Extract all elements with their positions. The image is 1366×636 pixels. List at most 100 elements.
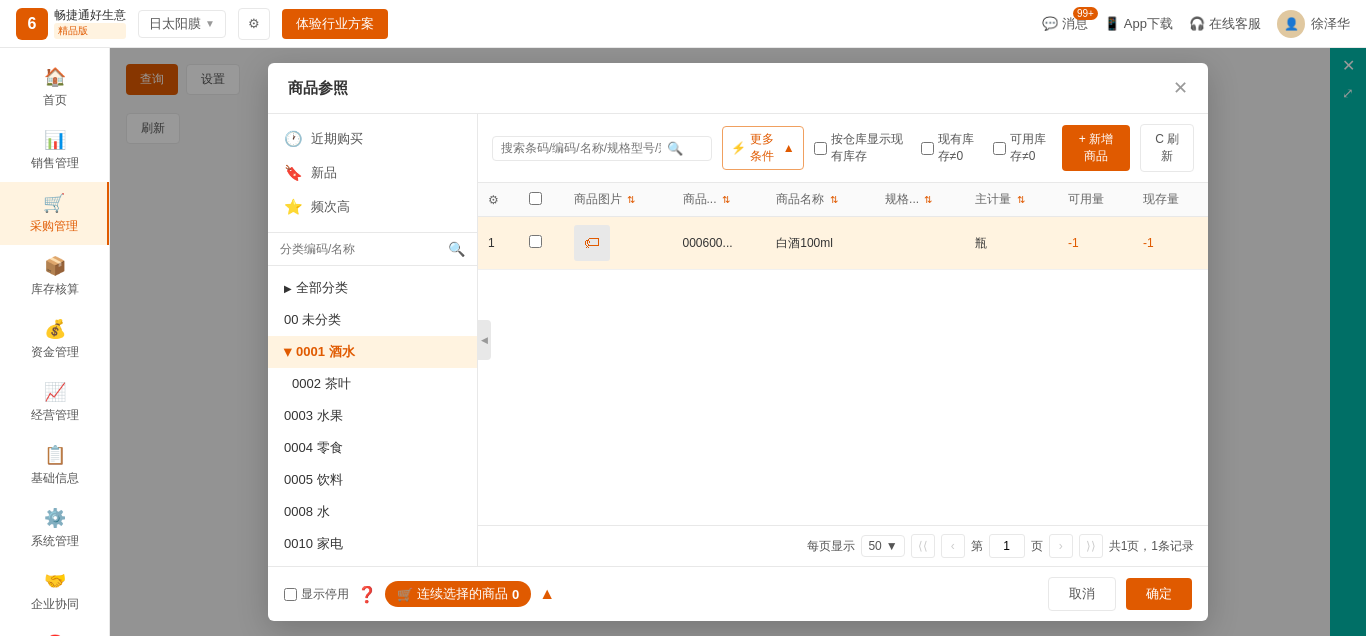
logo-badge: 精品版 — [54, 23, 126, 39]
left-panel: 🕐 近期购买 🔖 新品 ⭐ 频次高 — [268, 114, 478, 566]
table-row[interactable]: 1 🏷 000600... 白酒100ml 瓶 — [478, 217, 1208, 270]
app-download-button[interactable]: 📱 App下载 — [1104, 15, 1173, 33]
category-item-uncategorized[interactable]: 00 未分类 — [268, 304, 477, 336]
first-page-button[interactable]: ⟨⟨ — [911, 534, 935, 558]
sidebar: 🏠 首页 📊 销售管理 🛒 采购管理 📦 库存核算 💰 资金管理 📈 经营管理 … — [0, 48, 110, 636]
checkbox-available-nonzero[interactable]: 可用库存≠0 — [993, 131, 1051, 165]
sort-icon[interactable]: ⇅ — [1017, 194, 1025, 205]
refresh-table-button[interactable]: C 刷新 — [1140, 124, 1194, 172]
cart-count: 0 — [512, 587, 519, 602]
page-size-select[interactable]: 50 ▼ — [861, 535, 904, 557]
add-product-button[interactable]: + 新增商品 — [1062, 125, 1131, 171]
content-area: 查询 设置 刷新 ✕ ⤢ 商品参照 ✕ — [110, 48, 1366, 636]
cancel-button[interactable]: 取消 — [1048, 577, 1116, 611]
sidebar-item-guide[interactable]: 🎯 新手引导 — [0, 623, 109, 636]
chevron-down-icon: ▼ — [205, 18, 215, 29]
footer-left: 显示停用 ❓ 🛒 连续选择的商品 0 ▲ — [284, 581, 1038, 607]
table-body: 1 🏷 000600... 白酒100ml 瓶 — [478, 217, 1208, 270]
th-unit: 主计量 ⇅ — [965, 183, 1058, 217]
checkbox-show-stock[interactable]: 按仓库显示现有库存 — [814, 131, 907, 165]
table-header: ⚙ 商品图片 ⇅ 商品... ⇅ — [478, 183, 1208, 217]
logo-area: 6 畅捷通好生意 精品版 — [16, 8, 126, 40]
category-search-icon[interactable]: 🔍 — [448, 241, 465, 257]
sort-icon[interactable]: ⇅ — [722, 194, 730, 205]
checkbox-available-nonzero-input[interactable] — [993, 142, 1006, 155]
gear-button[interactable]: ⚙ — [238, 8, 270, 40]
sales-icon: 📊 — [44, 129, 66, 151]
experience-button[interactable]: 体验行业方案 — [282, 9, 388, 39]
prev-page-button[interactable]: ‹ — [941, 534, 965, 558]
tab-recent-purchase[interactable]: 🕐 近期购买 — [268, 122, 477, 156]
sidebar-item-system[interactable]: ⚙️ 系统管理 — [0, 497, 109, 560]
category-item-snacks[interactable]: 0004 零食 — [268, 432, 477, 464]
row-checkbox[interactable] — [529, 235, 542, 248]
confirm-button[interactable]: 确定 — [1126, 578, 1192, 610]
category-search-input[interactable] — [280, 242, 442, 256]
collapse-cart-icon[interactable]: ▲ — [539, 585, 555, 603]
messages-button[interactable]: 💬 消息 99+ — [1042, 15, 1088, 33]
select-all-checkbox[interactable] — [529, 192, 542, 205]
help-icon[interactable]: ❓ — [357, 585, 377, 604]
category-label: 0008 水 — [284, 503, 330, 521]
basics-icon: 📋 — [44, 444, 66, 466]
sort-icon[interactable]: ⇅ — [924, 194, 932, 205]
sidebar-item-inventory[interactable]: 📦 库存核算 — [0, 245, 109, 308]
category-label: 00 未分类 — [284, 311, 341, 329]
home-icon: 🏠 — [44, 66, 66, 88]
checkbox-nonzero-stock-input[interactable] — [921, 142, 934, 155]
th-stock: 现存量 — [1133, 183, 1208, 217]
category-item-electronics[interactable]: 0010 家电 — [268, 528, 477, 560]
sidebar-item-enterprise[interactable]: 🤝 企业协同 — [0, 560, 109, 623]
sidebar-item-purchase[interactable]: 🛒 采购管理 — [0, 182, 109, 245]
category-item-beverage[interactable]: 0005 饮料 — [268, 464, 477, 496]
sidebar-item-sales[interactable]: 📊 销售管理 — [0, 119, 109, 182]
last-page-button[interactable]: ⟩⟩ — [1079, 534, 1103, 558]
business-icon: 📈 — [44, 381, 66, 403]
category-item-water[interactable]: 0008 水 — [268, 496, 477, 528]
search-icon[interactable]: 🔍 — [667, 141, 683, 156]
filter-checkboxes: 按仓库显示现有库存 现有库存≠0 可用库存≠0 — [814, 131, 1052, 165]
checkbox-show-stock-input[interactable] — [814, 142, 827, 155]
tab-frequent[interactable]: ⭐ 频次高 — [268, 190, 477, 224]
cell-stock: -1 — [1133, 217, 1208, 270]
more-filter-button[interactable]: ⚡ 更多条件 ▲ — [722, 126, 804, 170]
tab-new-product[interactable]: 🔖 新品 — [268, 156, 477, 190]
modal-close-button[interactable]: ✕ — [1173, 77, 1188, 99]
show-disabled-checkbox[interactable]: 显示停用 — [284, 586, 349, 603]
pagination-bar: 每页显示 50 ▼ ⟨⟨ ‹ 第 1 页 › ⟩⟩ — [478, 525, 1208, 566]
sidebar-item-business[interactable]: 📈 经营管理 — [0, 371, 109, 434]
online-service-button[interactable]: 🎧 在线客服 — [1189, 15, 1261, 33]
checkbox-nonzero-stock[interactable]: 现有库存≠0 — [921, 131, 979, 165]
username: 徐泽华 — [1311, 15, 1350, 33]
user-area[interactable]: 👤 徐泽华 — [1277, 10, 1350, 38]
left-panel-tabs: 🕐 近期购买 🔖 新品 ⭐ 频次高 — [268, 114, 477, 233]
store-selector[interactable]: 日太阳膜 ▼ — [138, 10, 226, 38]
messages-count-badge: 99+ — [1073, 7, 1098, 20]
mobile-icon: 📱 — [1104, 16, 1120, 31]
category-item-alcohol[interactable]: ▶ 0001 酒水 — [268, 336, 477, 368]
sidebar-item-label: 基础信息 — [31, 470, 79, 487]
category-item-fruit[interactable]: 0003 水果 — [268, 400, 477, 432]
product-table: ⚙ 商品图片 ⇅ 商品... ⇅ — [478, 183, 1208, 270]
cart-badge[interactable]: 🛒 连续选择的商品 0 — [385, 581, 531, 607]
category-item-all[interactable]: ▶ 全部分类 — [268, 272, 477, 304]
sidebar-item-basics[interactable]: 📋 基础信息 — [0, 434, 109, 497]
category-label: 0002 茶叶 — [292, 375, 351, 393]
cart-icon: 🛒 — [397, 587, 413, 602]
product-search-input[interactable] — [501, 141, 661, 155]
sidebar-item-finance[interactable]: 💰 资金管理 — [0, 308, 109, 371]
th-settings[interactable]: ⚙ — [478, 183, 519, 217]
category-item-tea[interactable]: 0002 茶叶 — [268, 368, 477, 400]
cell-name: 白酒100ml — [766, 217, 875, 270]
cart-label: 连续选择的商品 — [417, 585, 508, 603]
page-number-input[interactable]: 1 — [989, 534, 1025, 558]
cell-checkbox — [519, 217, 563, 270]
modal-title: 商品参照 — [288, 79, 348, 98]
show-disabled-input[interactable] — [284, 588, 297, 601]
sort-icon[interactable]: ⇅ — [830, 194, 838, 205]
sort-icon[interactable]: ⇅ — [627, 194, 635, 205]
product-search-box: 🔍 — [492, 136, 712, 161]
collapse-panel-button[interactable]: ◀ — [477, 320, 491, 360]
sidebar-item-home[interactable]: 🏠 首页 — [0, 56, 109, 119]
next-page-button[interactable]: › — [1049, 534, 1073, 558]
